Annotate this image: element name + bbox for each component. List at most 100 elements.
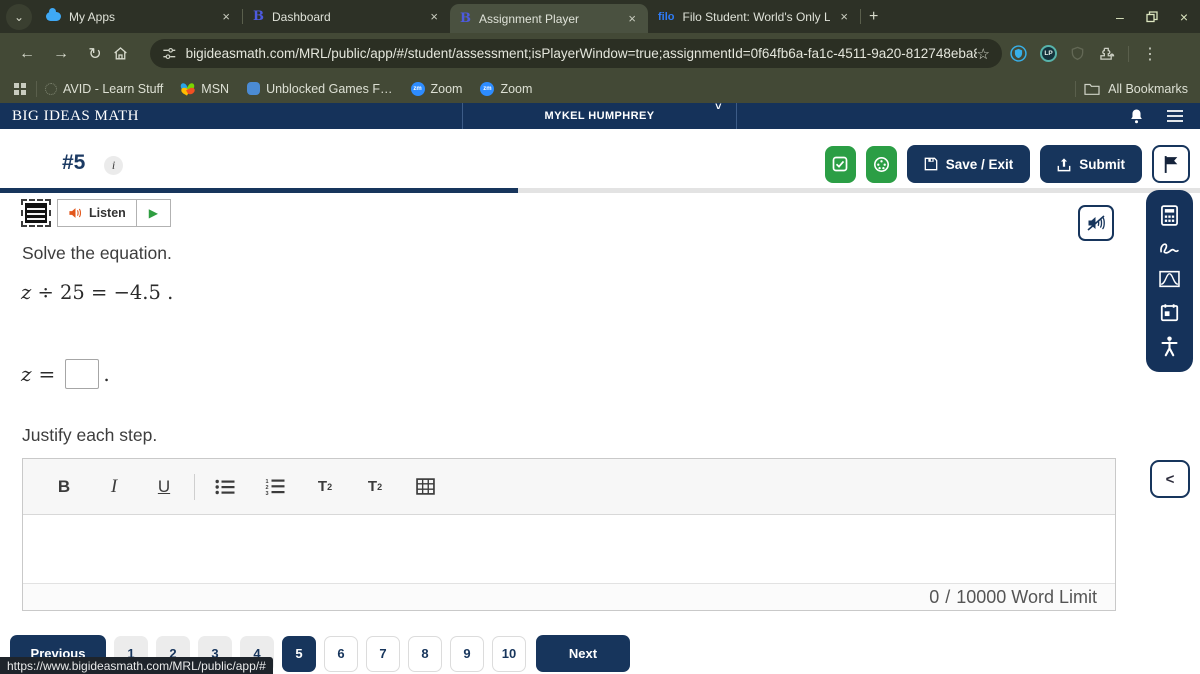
tab-title: Assignment Player: [479, 11, 580, 26]
avid-favicon: [45, 82, 57, 95]
zoom-favicon: zm: [410, 81, 425, 96]
mute-button[interactable]: [1078, 205, 1114, 241]
save-exit-label: Save / Exit: [945, 156, 1014, 172]
tab-my-apps[interactable]: My Apps ×: [36, 0, 242, 33]
browser-window: ⌄ My Apps × B Dashboard × B Assignment P…: [0, 0, 1200, 674]
info-button[interactable]: i: [104, 156, 123, 175]
back-button[interactable]: ←: [10, 45, 44, 63]
notifications-bell-icon[interactable]: [1129, 108, 1144, 124]
bullet-list-button[interactable]: [200, 479, 250, 495]
brand-logo: BIG IDEAS MATH: [12, 107, 139, 124]
word-count-separator: /: [945, 586, 951, 607]
home-button[interactable]: [112, 45, 146, 62]
tab-title: Filo Student: World's Only Live: [682, 9, 831, 24]
italic-button[interactable]: I: [89, 476, 139, 498]
all-bookmarks-label: All Bookmarks: [1108, 81, 1188, 96]
progress-bar: [0, 188, 1200, 193]
tab-close-icon[interactable]: ×: [626, 11, 638, 26]
bullet-list-icon: [215, 479, 235, 494]
home-icon: [114, 47, 127, 60]
insert-table-button[interactable]: [400, 478, 450, 495]
play-icon: ▶: [148, 206, 158, 220]
site-info-icon[interactable]: [162, 46, 177, 61]
check-square-icon: [832, 156, 848, 172]
address-bar[interactable]: bigideasmath.com/MRL/public/app/#/studen…: [150, 39, 1002, 68]
page-button-7[interactable]: 7: [366, 635, 400, 672]
flag-question-button[interactable]: [1152, 145, 1190, 183]
answer-input[interactable]: [65, 359, 100, 389]
browser-menu-button[interactable]: ⋮: [1142, 44, 1158, 64]
chevron-down-icon: ˅: [715, 101, 722, 113]
subscript-button[interactable]: T2: [350, 478, 400, 495]
collapse-panel-button[interactable]: <: [1150, 460, 1190, 498]
page-button-8[interactable]: 8: [408, 635, 442, 672]
drag-handle[interactable]: [21, 199, 51, 227]
numbered-list-icon: 123: [266, 479, 285, 495]
flag-icon: [1164, 155, 1177, 173]
shield-extension-icon[interactable]: [1010, 45, 1027, 62]
tab-title: Dashboard: [272, 9, 331, 24]
extensions-puzzle-icon[interactable]: [1098, 45, 1115, 62]
editor-text-area[interactable]: [23, 515, 1115, 583]
bookmark-label: MSN: [201, 81, 230, 96]
user-name: MYKEL HUMPHREY: [544, 110, 655, 122]
tab-dashboard[interactable]: B Dashboard ×: [243, 0, 450, 33]
reload-button[interactable]: ↻: [78, 44, 112, 64]
answer-line: z = .: [21, 359, 110, 389]
bookmark-unblocked-games[interactable]: Unblocked Games F…: [247, 82, 393, 96]
new-tab-button[interactable]: +: [869, 8, 878, 26]
dimmed-shield-icon[interactable]: [1070, 46, 1085, 61]
url-text[interactable]: bigideasmath.com/MRL/public/app/#/studen…: [186, 46, 977, 61]
all-bookmarks-button[interactable]: All Bookmarks: [1075, 80, 1188, 97]
user-menu[interactable]: MYKEL HUMPHREY ˅: [463, 101, 736, 129]
bookmark-star-icon[interactable]: ☆: [977, 45, 990, 63]
check-answer-button[interactable]: [824, 145, 856, 183]
graphing-tool-icon[interactable]: [1159, 270, 1180, 288]
bookmarks-separator: [36, 80, 37, 97]
ball-icon: [873, 156, 889, 172]
numbered-list-button[interactable]: 123: [250, 478, 300, 495]
rich-text-editor: B I U 123 T2 T2 0 / 10000 Word Limit: [22, 458, 1116, 611]
bookmark-zoom-1[interactable]: zm Zoom: [410, 81, 462, 96]
lastpass-extension-icon[interactable]: LP: [1040, 45, 1057, 62]
submit-button[interactable]: Submit: [1040, 145, 1142, 183]
bookmark-zoom-2[interactable]: zm Zoom: [480, 81, 532, 96]
hamburger-menu-icon[interactable]: [1166, 109, 1184, 123]
scratchpad-scribble-icon[interactable]: [1159, 240, 1180, 255]
forward-button[interactable]: →: [44, 45, 78, 63]
accessibility-icon[interactable]: [1161, 336, 1178, 357]
tab-close-icon[interactable]: ×: [428, 9, 440, 24]
underline-button[interactable]: U: [139, 477, 189, 497]
bookmark-avid[interactable]: AVID - Learn Stuff: [45, 82, 163, 96]
play-button[interactable]: ▶: [137, 200, 170, 226]
classlink-cloud-icon: [46, 8, 61, 21]
save-exit-button[interactable]: Save / Exit: [906, 145, 1031, 183]
answer-variable: z: [21, 362, 32, 386]
bigideas-favicon: B: [460, 11, 471, 26]
page-button-5-active[interactable]: 5: [282, 635, 316, 672]
status-bar-link-preview: https://www.bigideasmath.com/MRL/public/…: [0, 657, 273, 674]
tools-button[interactable]: [865, 145, 897, 183]
apps-grid-icon[interactable]: [12, 81, 28, 97]
superscript-button[interactable]: T2: [300, 478, 350, 495]
tab-close-icon[interactable]: ×: [220, 9, 232, 24]
minimize-button[interactable]: –: [1116, 9, 1124, 25]
close-window-button[interactable]: ×: [1180, 9, 1188, 25]
tab-filo-student[interactable]: filo Filo Student: World's Only Live ×: [648, 0, 860, 33]
tab-assignment-player[interactable]: B Assignment Player ×: [450, 4, 648, 33]
submit-label: Submit: [1079, 156, 1125, 172]
calculator-icon[interactable]: [1160, 204, 1179, 226]
editor-footer: 0 / 10000 Word Limit: [23, 583, 1115, 610]
restore-button[interactable]: [1146, 10, 1158, 23]
page-button-6[interactable]: 6: [324, 635, 358, 672]
page-button-9[interactable]: 9: [450, 635, 484, 672]
tab-search-button[interactable]: ⌄: [6, 3, 32, 30]
tab-close-icon[interactable]: ×: [838, 9, 850, 24]
bookmark-msn[interactable]: MSN: [179, 81, 230, 96]
table-icon: [415, 478, 435, 495]
listen-button[interactable]: Listen: [58, 200, 137, 226]
calendar-icon[interactable]: [1160, 303, 1179, 322]
bold-button[interactable]: B: [39, 477, 89, 497]
page-button-10[interactable]: 10: [492, 635, 526, 672]
next-button[interactable]: Next: [536, 635, 630, 672]
